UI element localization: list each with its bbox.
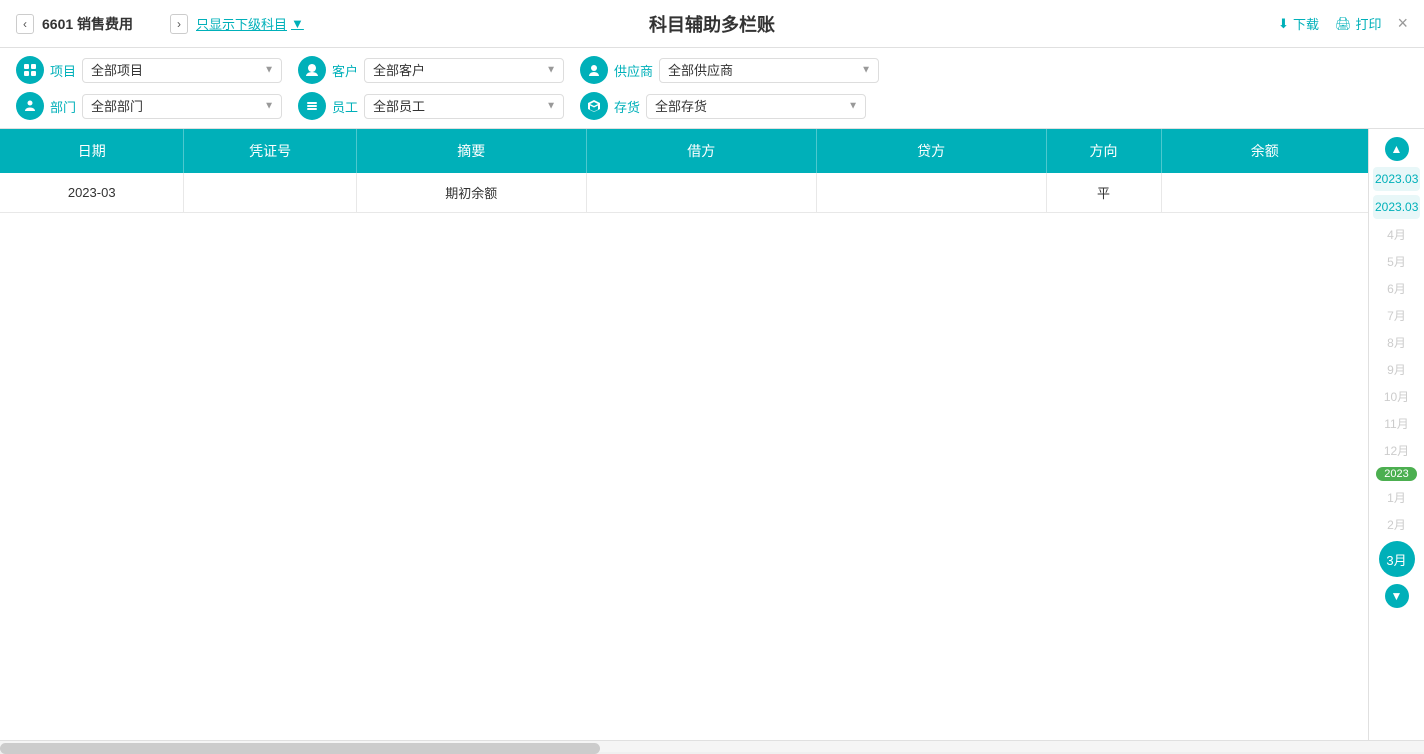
col-summary-header: 摘要 [356,129,586,173]
timeline-month-5[interactable]: 5月 [1369,248,1424,275]
inventory-select-wrapper: 全部存货 [646,94,866,119]
close-button[interactable]: × [1397,13,1408,34]
department-select[interactable]: 全部部门 [82,94,282,119]
cell-balance [1161,173,1368,213]
prev-account-button[interactable]: ‹ [16,14,34,34]
cell-date: 2023-03 [0,173,184,213]
timeline-header-2[interactable]: 2023.03 [1373,195,1420,219]
table-header-row: 日期 凭证号 摘要 借方 贷方 方向 余额 [0,129,1368,173]
department-icon [16,92,44,120]
col-direction-header: 方向 [1046,129,1161,173]
filter-project: 项目 全部项目 [16,56,282,84]
col-debit-header: 借方 [586,129,816,173]
timeline-month-12[interactable]: 12月 [1369,437,1424,464]
employee-select[interactable]: 全部员工 [364,94,564,119]
print-icon: 🖨 [1335,16,1352,32]
project-select[interactable]: 全部项目 [82,58,282,83]
filter-employee: 员工 全部员工 [298,92,564,120]
title-bar-right: ⬇ 下载 🖨 打印 × [1278,13,1408,34]
inventory-icon [580,92,608,120]
customer-select-wrapper: 全部客户 [364,58,564,83]
filter-inventory: 存货 全部存货 [580,92,866,120]
customer-icon [298,56,326,84]
show-sub-account-toggle[interactable]: 只显示下级科目 ▼ [196,14,304,33]
project-select-wrapper: 全部项目 [82,58,282,83]
col-credit-header: 贷方 [816,129,1046,173]
project-label: 项目 [50,61,76,80]
download-icon: ⬇ [1278,16,1289,32]
supplier-label: 供应商 [614,61,653,80]
employee-icon [298,92,326,120]
inventory-select[interactable]: 全部存货 [646,94,866,119]
employee-select-wrapper: 全部员工 [364,94,564,119]
filter-row-1: 项目 全部项目 客户 全部客户 [16,56,1408,84]
project-icon [16,56,44,84]
timeline-month-8[interactable]: 8月 [1369,329,1424,356]
timeline-month-4[interactable]: 4月 [1369,221,1424,248]
department-select-wrapper: 全部部门 [82,94,282,119]
filter-department: 部门 全部部门 [16,92,282,120]
filter-area: 项目 全部项目 客户 全部客户 [0,48,1424,129]
col-voucher-header: 凭证号 [184,129,356,173]
bottom-scrollbar[interactable] [0,740,1424,752]
title-bar: ‹ 6601 销售费用 › 只显示下级科目 ▼ 科目辅助多栏账 ⬇ 下载 🖨 打… [0,0,1424,48]
timeline-month-10[interactable]: 10月 [1369,383,1424,410]
timeline-month-11[interactable]: 11月 [1369,410,1424,437]
timeline-down-button[interactable]: ▼ [1385,584,1409,608]
customer-select[interactable]: 全部客户 [364,58,564,83]
timeline-month-2[interactable]: 2月 [1369,511,1424,538]
inventory-label: 存货 [614,97,640,116]
table-container[interactable]: 日期 凭证号 摘要 借方 贷方 方向 余额 2023-03 期初余额 [0,129,1368,740]
col-balance-header: 余额 [1161,129,1368,173]
timeline-up-button[interactable]: ▲ [1385,137,1409,161]
timeline-month-7[interactable]: 7月 [1369,302,1424,329]
year-badge[interactable]: 2023 [1376,467,1416,481]
supplier-select-wrapper: 全部供应商 [659,58,879,83]
page-title: 科目辅助多栏账 [649,11,775,37]
employee-label: 员工 [332,97,358,116]
account-code-name: 6601 销售费用 [42,14,162,34]
print-button[interactable]: 🖨 打印 [1335,14,1382,33]
download-button[interactable]: ⬇ 下载 [1278,14,1319,33]
supplier-icon [580,56,608,84]
next-account-button[interactable]: › [170,14,188,34]
table-row: 2023-03 期初余额 平 [0,173,1368,213]
supplier-select[interactable]: 全部供应商 [659,58,879,83]
main-area: 日期 凭证号 摘要 借方 贷方 方向 余额 2023-03 期初余额 [0,129,1424,740]
col-date-header: 日期 [0,129,184,173]
cell-voucher [184,173,356,213]
timeline-selected-month[interactable]: 3月 [1379,541,1415,577]
filter-supplier: 供应商 全部供应商 [580,56,879,84]
cell-summary: 期初余额 [356,173,586,213]
timeline-month-6[interactable]: 6月 [1369,275,1424,302]
ledger-table: 日期 凭证号 摘要 借方 贷方 方向 余额 2023-03 期初余额 [0,129,1368,213]
main-window: ‹ 6601 销售费用 › 只显示下级科目 ▼ 科目辅助多栏账 ⬇ 下载 🖨 打… [0,0,1424,752]
timeline-month-9[interactable]: 9月 [1369,356,1424,383]
department-label: 部门 [50,97,76,116]
timeline-sidebar: ▲ 2023.03 2023.03 4月 5月 6月 7月 8月 9月 10月 … [1368,129,1424,740]
cell-direction: 平 [1046,173,1161,213]
title-bar-left: ‹ 6601 销售费用 › 只显示下级科目 ▼ [16,14,304,34]
filter-customer: 客户 全部客户 [298,56,564,84]
customer-label: 客户 [332,61,358,80]
cell-debit [586,173,816,213]
cell-credit [816,173,1046,213]
timeline-header-1[interactable]: 2023.03 [1373,167,1420,191]
timeline-month-1[interactable]: 1月 [1369,484,1424,511]
filter-row-2: 部门 全部部门 员工 [16,92,1408,120]
